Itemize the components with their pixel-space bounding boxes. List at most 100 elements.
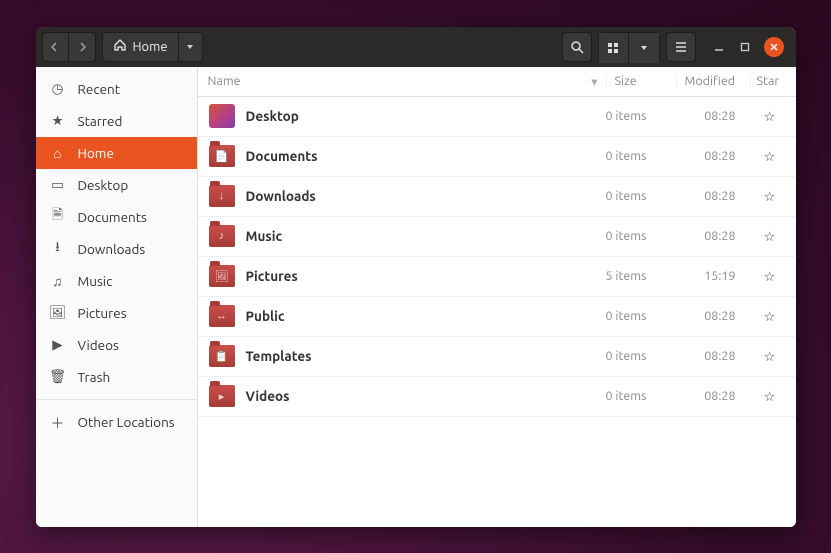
star-icon: ★ bbox=[50, 113, 66, 129]
home-icon: ⌂ bbox=[50, 145, 66, 161]
file-name: Documents bbox=[246, 148, 606, 164]
sidebar-item-music[interactable]: ♫Music bbox=[36, 265, 197, 297]
trash-icon: 🗑 bbox=[50, 369, 66, 385]
sidebar-item-desktop[interactable]: ▭ Desktop bbox=[36, 169, 197, 201]
titlebar: Home bbox=[36, 27, 796, 67]
file-size: 0 items bbox=[606, 149, 676, 163]
path-segment-home[interactable]: Home bbox=[103, 33, 178, 61]
sidebar-item-label: Videos bbox=[78, 337, 119, 353]
star-button[interactable]: ☆ bbox=[750, 388, 790, 405]
sidebar-item-label: Home bbox=[78, 145, 114, 161]
sidebar-item-other-locations[interactable]: ＋ Other Locations bbox=[36, 406, 197, 438]
file-size: 0 items bbox=[606, 229, 676, 243]
sidebar-item-label: Starred bbox=[78, 113, 123, 129]
column-size[interactable]: Size bbox=[606, 74, 676, 88]
minimize-button[interactable] bbox=[712, 40, 726, 54]
star-button[interactable]: ☆ bbox=[750, 268, 790, 285]
maximize-button[interactable] bbox=[738, 40, 752, 54]
home-icon bbox=[113, 38, 127, 55]
folder-icon: ▸ bbox=[208, 382, 236, 410]
view-dropdown-button[interactable] bbox=[629, 33, 659, 63]
sidebar-item-label: Documents bbox=[78, 209, 147, 225]
path-dropdown[interactable] bbox=[178, 33, 202, 61]
sidebar-item-label: Downloads bbox=[78, 241, 146, 257]
sidebar-item-downloads[interactable]: ⭳Downloads bbox=[36, 233, 197, 265]
file-name: Public bbox=[246, 308, 606, 324]
file-name: Videos bbox=[246, 388, 606, 404]
column-name[interactable]: Name ▾ bbox=[208, 74, 606, 89]
sidebar-item-pictures[interactable]: 🖼 Pictures bbox=[36, 297, 197, 329]
star-button[interactable]: ☆ bbox=[750, 348, 790, 365]
file-row-desktop[interactable]: Desktop0 items08:28☆ bbox=[198, 97, 796, 137]
file-row-templates[interactable]: 📋Templates0 items08:28☆ bbox=[198, 337, 796, 377]
back-button[interactable] bbox=[43, 33, 69, 61]
file-size: 0 items bbox=[606, 389, 676, 403]
sort-indicator-icon: ▾ bbox=[591, 74, 597, 89]
sidebar-item-starred[interactable]: ★ Starred bbox=[36, 105, 197, 137]
file-modified: 08:28 bbox=[676, 189, 750, 203]
picture-icon: 🖼 bbox=[50, 305, 66, 321]
music-icon: ♫ bbox=[50, 273, 66, 289]
star-button[interactable]: ☆ bbox=[750, 148, 790, 165]
file-name: Downloads bbox=[246, 188, 606, 204]
file-row-pictures[interactable]: 🖼Pictures5 items15:19☆ bbox=[198, 257, 796, 297]
star-button[interactable]: ☆ bbox=[750, 228, 790, 245]
star-button[interactable]: ☆ bbox=[750, 308, 790, 325]
file-name: Desktop bbox=[246, 108, 606, 124]
sidebar-item-videos[interactable]: ▶ Videos bbox=[36, 329, 197, 361]
file-modified: 08:28 bbox=[676, 389, 750, 403]
file-modified: 08:28 bbox=[676, 149, 750, 163]
file-row-videos[interactable]: ▸ Videos0 items08:28☆ bbox=[198, 377, 796, 417]
file-size: 0 items bbox=[606, 189, 676, 203]
star-button[interactable]: ☆ bbox=[750, 188, 790, 205]
folder-icon: ↔ bbox=[208, 302, 236, 330]
body: ◷Recent ★ Starred ⌂ Home ▭ Desktop 🗎Documents⭳D… bbox=[36, 67, 796, 527]
file-modified: 08:28 bbox=[676, 309, 750, 323]
nav-group bbox=[42, 32, 96, 62]
sidebar-separator bbox=[36, 399, 197, 400]
sidebar-item-label: Trash bbox=[78, 369, 111, 385]
sidebar-item-home[interactable]: ⌂ Home bbox=[36, 137, 197, 169]
sidebar-item-label: Desktop bbox=[78, 177, 129, 193]
column-headers: Name ▾ Size Modified Star bbox=[198, 67, 796, 97]
file-row-documents[interactable]: 📄 Documents0 items08:28☆ bbox=[198, 137, 796, 177]
folder-icon: 📋 bbox=[208, 342, 236, 370]
sidebar-item-label: Recent bbox=[78, 81, 121, 97]
search-button[interactable] bbox=[562, 32, 592, 62]
sidebar-item-recent[interactable]: ◷Recent bbox=[36, 73, 197, 105]
sidebar-item-trash[interactable]: 🗑 Trash bbox=[36, 361, 197, 393]
star-button[interactable]: ☆ bbox=[750, 108, 790, 125]
sidebar: ◷Recent ★ Starred ⌂ Home ▭ Desktop 🗎Documents⭳D… bbox=[36, 67, 198, 527]
file-row-public[interactable]: ↔Public0 items08:28☆ bbox=[198, 297, 796, 337]
view-group bbox=[598, 32, 660, 62]
file-size: 5 items bbox=[606, 269, 676, 283]
file-row-downloads[interactable]: ↓ Downloads0 items08:28☆ bbox=[198, 177, 796, 217]
file-modified: 08:28 bbox=[676, 229, 750, 243]
folder-icon: 📄 bbox=[208, 142, 236, 170]
forward-button[interactable] bbox=[69, 33, 95, 61]
sidebar-item-documents[interactable]: 🗎Documents bbox=[36, 201, 197, 233]
video-icon: ▶ bbox=[50, 337, 66, 353]
folder-icon: ♪ bbox=[208, 222, 236, 250]
main-pane: Name ▾ Size Modified Star Desktop0 items… bbox=[198, 67, 796, 527]
hamburger-menu-button[interactable] bbox=[666, 32, 696, 62]
file-modified: 08:28 bbox=[676, 109, 750, 123]
column-modified[interactable]: Modified bbox=[676, 74, 750, 88]
plus-icon: ＋ bbox=[50, 414, 66, 430]
path-bar: Home bbox=[102, 32, 203, 62]
folder-icon: 🖼 bbox=[208, 262, 236, 290]
desktop-folder-icon bbox=[208, 102, 236, 130]
folder-icon: ↓ bbox=[208, 182, 236, 210]
file-size: 0 items bbox=[606, 109, 676, 123]
file-list: Desktop0 items08:28☆📄Documents0 items08:… bbox=[198, 97, 796, 527]
path-label: Home bbox=[133, 40, 168, 54]
column-star[interactable]: Star bbox=[750, 74, 790, 88]
file-modified: 15:19 bbox=[676, 269, 750, 283]
file-row-music[interactable]: ♪Music0 items08:28☆ bbox=[198, 217, 796, 257]
desktop-icon: ▭ bbox=[50, 177, 66, 193]
sidebar-item-label: Pictures bbox=[78, 305, 127, 321]
file-manager-window: Home ◷Recent ★ Starred ⌂ Home ▭ Desktop 🗎Docume… bbox=[36, 27, 796, 527]
close-button[interactable] bbox=[764, 37, 784, 57]
sidebar-item-label: Other Locations bbox=[78, 414, 175, 430]
view-grid-button[interactable] bbox=[599, 33, 629, 63]
